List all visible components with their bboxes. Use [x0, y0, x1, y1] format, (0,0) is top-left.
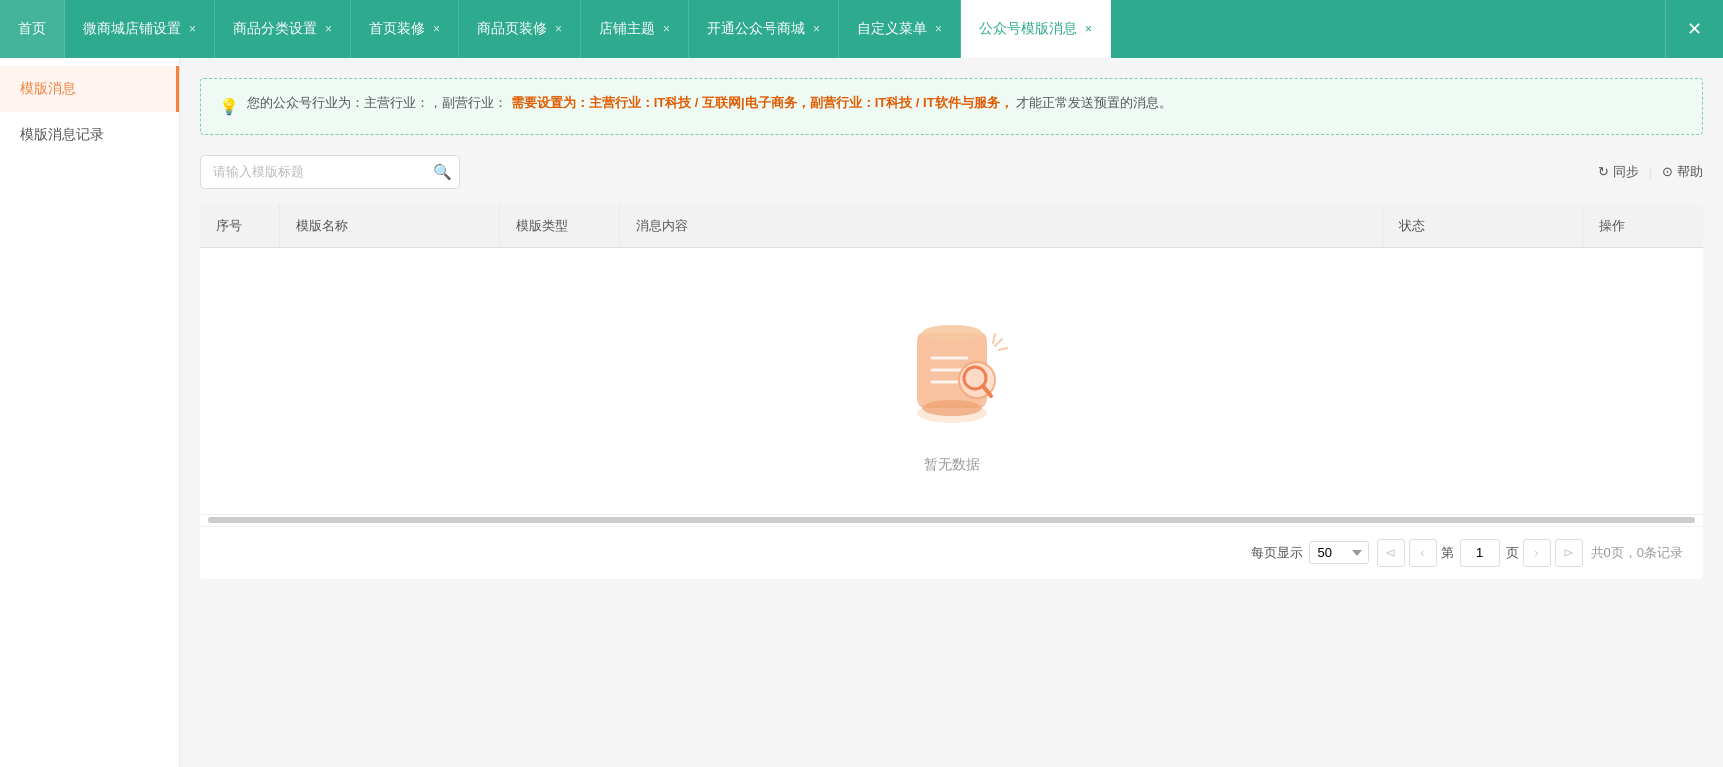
svg-line-10	[999, 348, 1007, 350]
sidebar-item-template-record-label: 模版消息记录	[20, 126, 104, 142]
sidebar-item-template-msg[interactable]: 模版消息	[0, 66, 179, 112]
search-input-wrap: 🔍	[200, 155, 460, 189]
svg-point-2	[922, 400, 982, 416]
empty-illustration	[887, 308, 1017, 438]
page-last-button[interactable]: ⊳	[1555, 539, 1583, 567]
tab-shop-settings-close[interactable]: ×	[189, 22, 196, 36]
th-type: 模版类型	[500, 205, 620, 247]
action-divider: |	[1649, 164, 1652, 179]
page-nav: ⊲ ‹ 第 页 › ⊳	[1377, 539, 1583, 567]
th-name: 模版名称	[280, 205, 500, 247]
main-layout: 模版消息 模版消息记录 💡 您的公众号行业为：主营行业：，副营行业： 需要设置为…	[0, 58, 1723, 767]
scrollbar-track	[208, 517, 1695, 523]
sidebar-item-template-msg-label: 模版消息	[20, 80, 76, 96]
scrollbar-area[interactable]	[200, 514, 1703, 526]
page-size-label: 每页显示	[1251, 544, 1303, 562]
tab-store-theme[interactable]: 店铺主题 ×	[581, 0, 689, 58]
notice-box: 💡 您的公众号行业为：主营行业：，副营行业： 需要设置为：主营行业：IT科技 /…	[200, 78, 1703, 135]
notice-icon: 💡	[219, 94, 239, 120]
tab-product-decor[interactable]: 商品页装修 ×	[459, 0, 581, 58]
tab-product-decor-close[interactable]: ×	[555, 22, 562, 36]
table-header: 序号 模版名称 模版类型 消息内容 状态 操作	[200, 205, 1703, 248]
page-size-dropdown[interactable]: 10 20 50 100	[1309, 541, 1369, 564]
tab-open-mall-close[interactable]: ×	[813, 22, 820, 36]
search-actions: ↻ 同步 | ⊙ 帮助	[1598, 163, 1703, 181]
svg-point-1	[922, 325, 982, 341]
page-current-wrap: 第 页	[1441, 539, 1519, 567]
tab-store-theme-close[interactable]: ×	[663, 22, 670, 36]
help-icon: ⊙	[1662, 164, 1673, 179]
page-label: 第	[1441, 544, 1454, 562]
tab-store-theme-label: 店铺主题	[599, 20, 655, 38]
tab-bar: 首页 微商城店铺设置 × 商品分类设置 × 首页装修 × 商品页装修 × 店铺主…	[0, 0, 1723, 58]
tab-shop-settings-label: 微商城店铺设置	[83, 20, 181, 38]
tab-custom-menu-close[interactable]: ×	[935, 22, 942, 36]
tab-custom-menu-label: 自定义菜单	[857, 20, 927, 38]
tab-template-message[interactable]: 公众号模版消息 ×	[961, 0, 1111, 58]
sidebar: 模版消息 模版消息记录	[0, 58, 180, 767]
tab-template-message-label: 公众号模版消息	[979, 20, 1077, 38]
page-prev-button[interactable]: ‹	[1409, 539, 1437, 567]
page-unit: 页	[1506, 544, 1519, 562]
sidebar-item-template-record[interactable]: 模版消息记录	[0, 112, 179, 158]
tab-shop-settings[interactable]: 微商城店铺设置 ×	[65, 0, 215, 58]
th-content: 消息内容	[620, 205, 1383, 247]
tab-category-settings-label: 商品分类设置	[233, 20, 317, 38]
page-size-select: 每页显示 10 20 50 100	[1251, 541, 1369, 564]
tab-home[interactable]: 首页	[0, 0, 65, 58]
page-total: 共0页，0条记录	[1591, 544, 1683, 562]
sync-label: 同步	[1613, 163, 1639, 181]
notice-suffix: 才能正常发送预置的消息。	[1016, 95, 1172, 110]
tab-category-settings[interactable]: 商品分类设置 ×	[215, 0, 351, 58]
sync-icon: ↻	[1598, 164, 1609, 179]
tab-product-decor-label: 商品页装修	[477, 20, 547, 38]
empty-text: 暂无数据	[924, 456, 980, 474]
tab-template-message-close[interactable]: ×	[1085, 22, 1092, 36]
sync-button[interactable]: ↻ 同步	[1598, 163, 1639, 181]
scrollbar-thumb[interactable]	[208, 517, 1695, 523]
page-next-button[interactable]: ›	[1523, 539, 1551, 567]
th-seq: 序号	[200, 205, 280, 247]
th-status: 状态	[1383, 205, 1583, 247]
help-label: 帮助	[1677, 163, 1703, 181]
search-icon[interactable]: 🔍	[433, 163, 452, 181]
svg-line-9	[995, 339, 1002, 346]
notice-highlight: 需要设置为：主营行业：IT科技 / 互联网|电子商务，副营行业：IT科技 / I…	[511, 95, 1013, 110]
notice-prefix: 您的公众号行业为：主营行业：，副营行业：	[247, 95, 507, 110]
tab-category-settings-close[interactable]: ×	[325, 22, 332, 36]
data-table: 序号 模版名称 模版类型 消息内容 状态 操作	[200, 205, 1703, 579]
tab-homepage-decor[interactable]: 首页装修 ×	[351, 0, 459, 58]
page-first-button[interactable]: ⊲	[1377, 539, 1405, 567]
pagination: 每页显示 10 20 50 100 ⊲ ‹ 第 页	[200, 526, 1703, 579]
tab-homepage-decor-close[interactable]: ×	[433, 22, 440, 36]
tab-open-mall-label: 开通公众号商城	[707, 20, 805, 38]
search-input[interactable]	[200, 155, 460, 189]
th-action: 操作	[1583, 205, 1703, 247]
help-button[interactable]: ⊙ 帮助	[1662, 163, 1703, 181]
content-area: 💡 您的公众号行业为：主营行业：，副营行业： 需要设置为：主营行业：IT科技 /…	[180, 58, 1723, 767]
tab-home-label: 首页	[18, 20, 46, 38]
tab-open-mall[interactable]: 开通公众号商城 ×	[689, 0, 839, 58]
svg-line-11	[993, 334, 995, 343]
notice-text: 您的公众号行业为：主营行业：，副营行业： 需要设置为：主营行业：IT科技 / 互…	[247, 93, 1172, 114]
global-close-button[interactable]: ✕	[1665, 0, 1723, 58]
tab-custom-menu[interactable]: 自定义菜单 ×	[839, 0, 961, 58]
tab-homepage-decor-label: 首页装修	[369, 20, 425, 38]
search-bar: 🔍 ↻ 同步 | ⊙ 帮助	[200, 155, 1703, 189]
page-input[interactable]	[1460, 539, 1500, 567]
empty-state: 暂无数据	[200, 248, 1703, 514]
